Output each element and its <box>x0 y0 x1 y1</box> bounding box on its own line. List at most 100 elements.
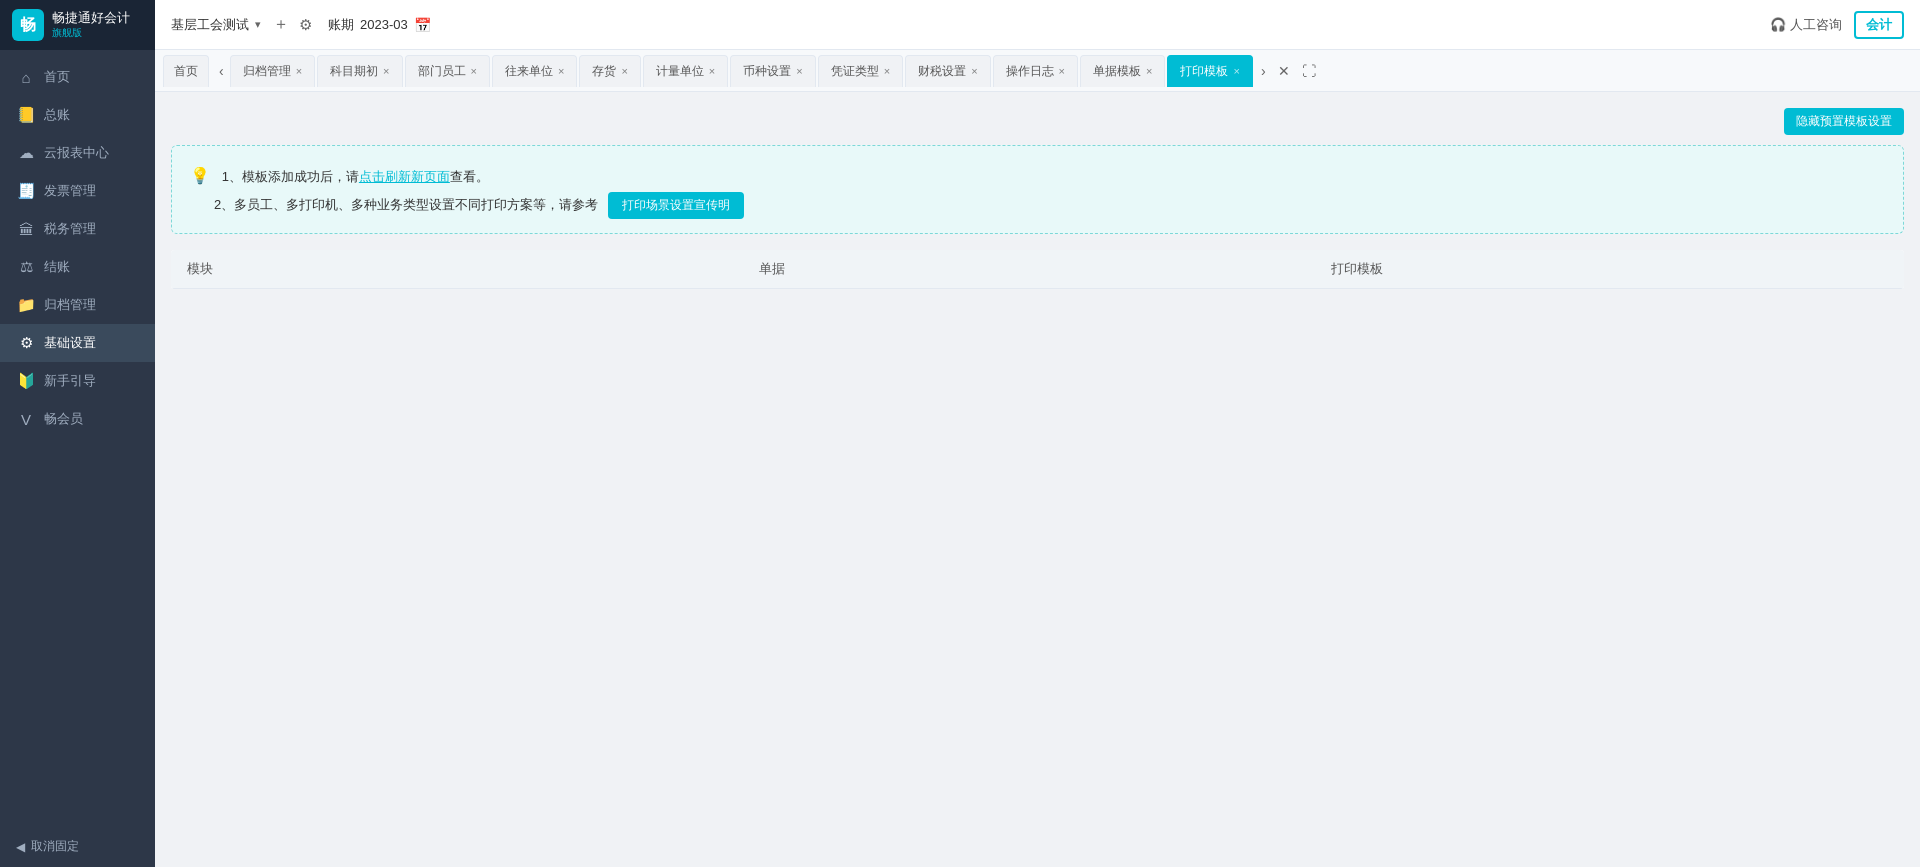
tab-部门员工[interactable]: 部门员工 × <box>405 55 490 87</box>
chevron-down-icon: ▾ <box>255 18 261 31</box>
tab-财税设置[interactable]: 财税设置 × <box>905 55 990 87</box>
settings-icon[interactable]: ⚙ <box>299 16 312 34</box>
tab-close-icon[interactable]: × <box>1233 65 1239 77</box>
tab-计量单位[interactable]: 计量单位 × <box>643 55 728 87</box>
tab-close-icon[interactable]: × <box>709 65 715 77</box>
print-template-table: 模块 单据 打印模板 <box>171 250 1904 289</box>
tab-label: 财税设置 <box>918 63 966 80</box>
tab-label: 科目期初 <box>330 63 378 80</box>
sidebar-item-settings[interactable]: ⚙ 基础设置 <box>0 324 155 362</box>
topbar: 基层工会测试 ▾ ＋ ⚙ 账期 2023-03 📅 🎧 人工咨询 会计 <box>155 0 1920 50</box>
tab-close-icon[interactable]: × <box>621 65 627 77</box>
tab-close-icon[interactable]: × <box>558 65 564 77</box>
sidebar-item-label: 云报表中心 <box>44 144 109 162</box>
logo-badge: 旗舰版 <box>52 26 130 40</box>
print-scene-button[interactable]: 打印场景设置宣传明 <box>608 192 744 219</box>
company-name: 基层工会测试 <box>171 16 249 34</box>
bulb-icon: 💡 <box>190 167 210 184</box>
sidebar-item-label: 结账 <box>44 258 70 276</box>
tab-close-icon[interactable]: × <box>296 65 302 77</box>
sidebar-item-label: 总账 <box>44 106 70 124</box>
main-area: 基层工会测试 ▾ ＋ ⚙ 账期 2023-03 📅 🎧 人工咨询 会计 首页 ‹… <box>155 0 1920 867</box>
col-header-module: 模块 <box>171 250 743 289</box>
sidebar-logo: 畅 畅捷通好会计 旗舰版 <box>0 0 155 50</box>
tab-next-icon[interactable]: › <box>1255 59 1272 83</box>
info-line1-suffix: 查看。 <box>450 169 489 184</box>
tab-label: 凭证类型 <box>831 63 879 80</box>
tab-close-icon[interactable]: × <box>1146 65 1152 77</box>
tab-label: 打印模板 <box>1180 63 1228 80</box>
sidebar-cancel-pin[interactable]: ◀ 取消固定 <box>0 826 155 867</box>
tab-打印模板[interactable]: 打印模板 × <box>1167 55 1252 87</box>
tab-expand-icon[interactable]: ⛶ <box>1296 59 1322 83</box>
tab-label: 部门员工 <box>418 63 466 80</box>
sidebar-item-archive[interactable]: 📁归档管理 <box>0 286 155 324</box>
tab-往来单位[interactable]: 往来单位 × <box>492 55 577 87</box>
report-icon: ☁ <box>16 144 36 162</box>
sidebar-item-label: 归档管理 <box>44 296 96 314</box>
col-header-template: 打印模板 <box>1315 250 1904 289</box>
tab-存货[interactable]: 存货 × <box>579 55 640 87</box>
info-line-1: 💡 1、模板添加成功后，请点击刷新新页面查看。 <box>190 160 1885 192</box>
sidebar-item-label: 首页 <box>44 68 70 86</box>
tab-list: 归档管理×科目期初×部门员工×往来单位×存货×计量单位×币种设置×凭证类型×财税… <box>230 55 1255 87</box>
sidebar-item-ledger[interactable]: 📒总账 <box>0 96 155 134</box>
col-header-document: 单据 <box>743 250 1315 289</box>
tab-label: 往来单位 <box>505 63 553 80</box>
service-label: 人工咨询 <box>1790 16 1842 34</box>
tab-close-all-icon[interactable]: ✕ <box>1272 59 1296 83</box>
sidebar-item-member[interactable]: V畅会员 <box>0 400 155 438</box>
sidebar-item-home[interactable]: ⌂ 首页 <box>0 58 155 96</box>
tab-科目期初[interactable]: 科目期初 × <box>317 55 402 87</box>
settings-icon: ⚙ <box>16 334 36 352</box>
info-box: 💡 1、模板添加成功后，请点击刷新新页面查看。 2、多员工、多打印机、多种业务类… <box>171 145 1904 234</box>
headset-icon: 🎧 <box>1770 17 1786 32</box>
info-line1-prefix: 1、模板添加成功后，请 <box>222 169 359 184</box>
kuaiji-label: 会计 <box>1866 17 1892 32</box>
sidebar-item-tax[interactable]: 🏛税务管理 <box>0 210 155 248</box>
tab-归档管理[interactable]: 归档管理 × <box>230 55 315 87</box>
tab-close-icon[interactable]: × <box>884 65 890 77</box>
info-refresh-link[interactable]: 点击刷新新页面 <box>359 169 450 184</box>
invoice-icon: 🧾 <box>16 182 36 200</box>
sidebar-item-invoice[interactable]: 🧾发票管理 <box>0 172 155 210</box>
sidebar-item-guide[interactable]: 🔰 新手引导 <box>0 362 155 400</box>
tab-close-icon[interactable]: × <box>1059 65 1065 77</box>
sidebar-item-report[interactable]: ☁ 云报表中心 <box>0 134 155 172</box>
sidebar: 畅 畅捷通好会计 旗舰版 ⌂ 首页 📒总账 ☁ 云报表中心 🧾发票管理🏛税务管理⚖结账📁归… <box>0 0 155 867</box>
topbar-right: 🎧 人工咨询 会计 <box>1770 11 1904 39</box>
hide-template-button[interactable]: 隐藏预置模板设置 <box>1784 108 1904 135</box>
period-display: 账期 2023-03 📅 <box>328 16 431 34</box>
add-tab-button[interactable]: ＋ <box>273 14 289 35</box>
tab-操作日志[interactable]: 操作日志 × <box>993 55 1078 87</box>
tab-prev-icon[interactable]: ‹ <box>213 59 230 83</box>
tab-凭证类型[interactable]: 凭证类型 × <box>818 55 903 87</box>
tab-home[interactable]: 首页 <box>163 55 209 87</box>
logo-title: 畅捷通好会计 <box>52 10 130 27</box>
tab-close-icon[interactable]: × <box>796 65 802 77</box>
sidebar-item-label: 新手引导 <box>44 372 96 390</box>
info-line2-prefix: 2、多员工、多打印机、多种业务类型设置不同打印方案等，请参考 <box>214 197 598 212</box>
tab-label: 单据模板 <box>1093 63 1141 80</box>
tab-币种设置[interactable]: 币种设置 × <box>730 55 815 87</box>
period-value: 2023-03 <box>360 17 408 32</box>
company-selector[interactable]: 基层工会测试 ▾ <box>171 16 261 34</box>
tab-close-icon[interactable]: × <box>971 65 977 77</box>
sidebar-item-settle[interactable]: ⚖结账 <box>0 248 155 286</box>
tab-label: 存货 <box>592 63 616 80</box>
tab-单据模板[interactable]: 单据模板 × <box>1080 55 1165 87</box>
tab-close-icon[interactable]: × <box>471 65 477 77</box>
tab-close-icon[interactable]: × <box>383 65 389 77</box>
sidebar-item-label: 基础设置 <box>44 334 96 352</box>
tab-label: 归档管理 <box>243 63 291 80</box>
tab-label: 币种设置 <box>743 63 791 80</box>
tabbar: 首页 ‹ 归档管理×科目期初×部门员工×往来单位×存货×计量单位×币种设置×凭证… <box>155 50 1920 92</box>
accountant-button[interactable]: 会计 <box>1854 11 1904 39</box>
pin-icon: ◀ <box>16 840 25 854</box>
home-icon: ⌂ <box>16 69 36 86</box>
guide-icon: 🔰 <box>16 372 36 390</box>
human-service-button[interactable]: 🎧 人工咨询 <box>1770 16 1842 34</box>
tab-label: 操作日志 <box>1006 63 1054 80</box>
calendar-icon[interactable]: 📅 <box>414 17 431 33</box>
tab-label: 计量单位 <box>656 63 704 80</box>
